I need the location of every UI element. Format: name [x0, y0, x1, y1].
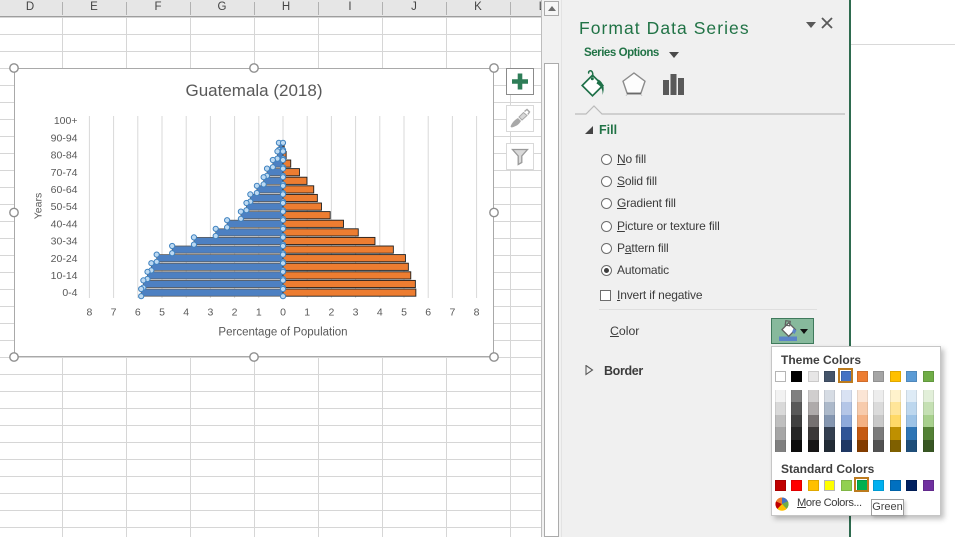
- svg-text:5: 5: [401, 307, 407, 319]
- svg-text:90-94: 90-94: [51, 132, 78, 144]
- svg-text:3: 3: [207, 307, 213, 319]
- svg-text:2: 2: [232, 307, 238, 319]
- svg-text:6: 6: [135, 307, 141, 319]
- svg-text:4: 4: [377, 307, 383, 319]
- svg-text:8: 8: [474, 307, 480, 319]
- svg-text:7: 7: [111, 307, 117, 319]
- svg-text:6: 6: [425, 307, 431, 319]
- svg-text:2: 2: [328, 307, 334, 319]
- svg-text:8: 8: [86, 307, 92, 319]
- svg-text:5: 5: [159, 307, 165, 319]
- svg-text:20-24: 20-24: [51, 253, 78, 265]
- svg-text:10-14: 10-14: [51, 270, 78, 282]
- svg-text:50-54: 50-54: [51, 201, 78, 213]
- svg-text:100+: 100+: [54, 115, 78, 127]
- svg-text:0: 0: [280, 307, 286, 319]
- svg-text:30-34: 30-34: [51, 236, 78, 248]
- svg-text:70-74: 70-74: [51, 167, 78, 179]
- svg-text:4: 4: [183, 307, 189, 319]
- svg-text:Guatemala (2018): Guatemala (2018): [185, 81, 322, 100]
- svg-text:1: 1: [256, 307, 262, 319]
- svg-text:0-4: 0-4: [62, 287, 77, 299]
- svg-text:80-84: 80-84: [51, 150, 78, 162]
- svg-text:1: 1: [304, 307, 310, 319]
- svg-text:40-44: 40-44: [51, 218, 78, 230]
- svg-text:7: 7: [449, 307, 455, 319]
- svg-text:Years: Years: [33, 193, 45, 219]
- svg-text:60-64: 60-64: [51, 184, 78, 196]
- svg-text:3: 3: [353, 307, 359, 319]
- svg-text:Percentage of Population: Percentage of Population: [218, 327, 347, 339]
